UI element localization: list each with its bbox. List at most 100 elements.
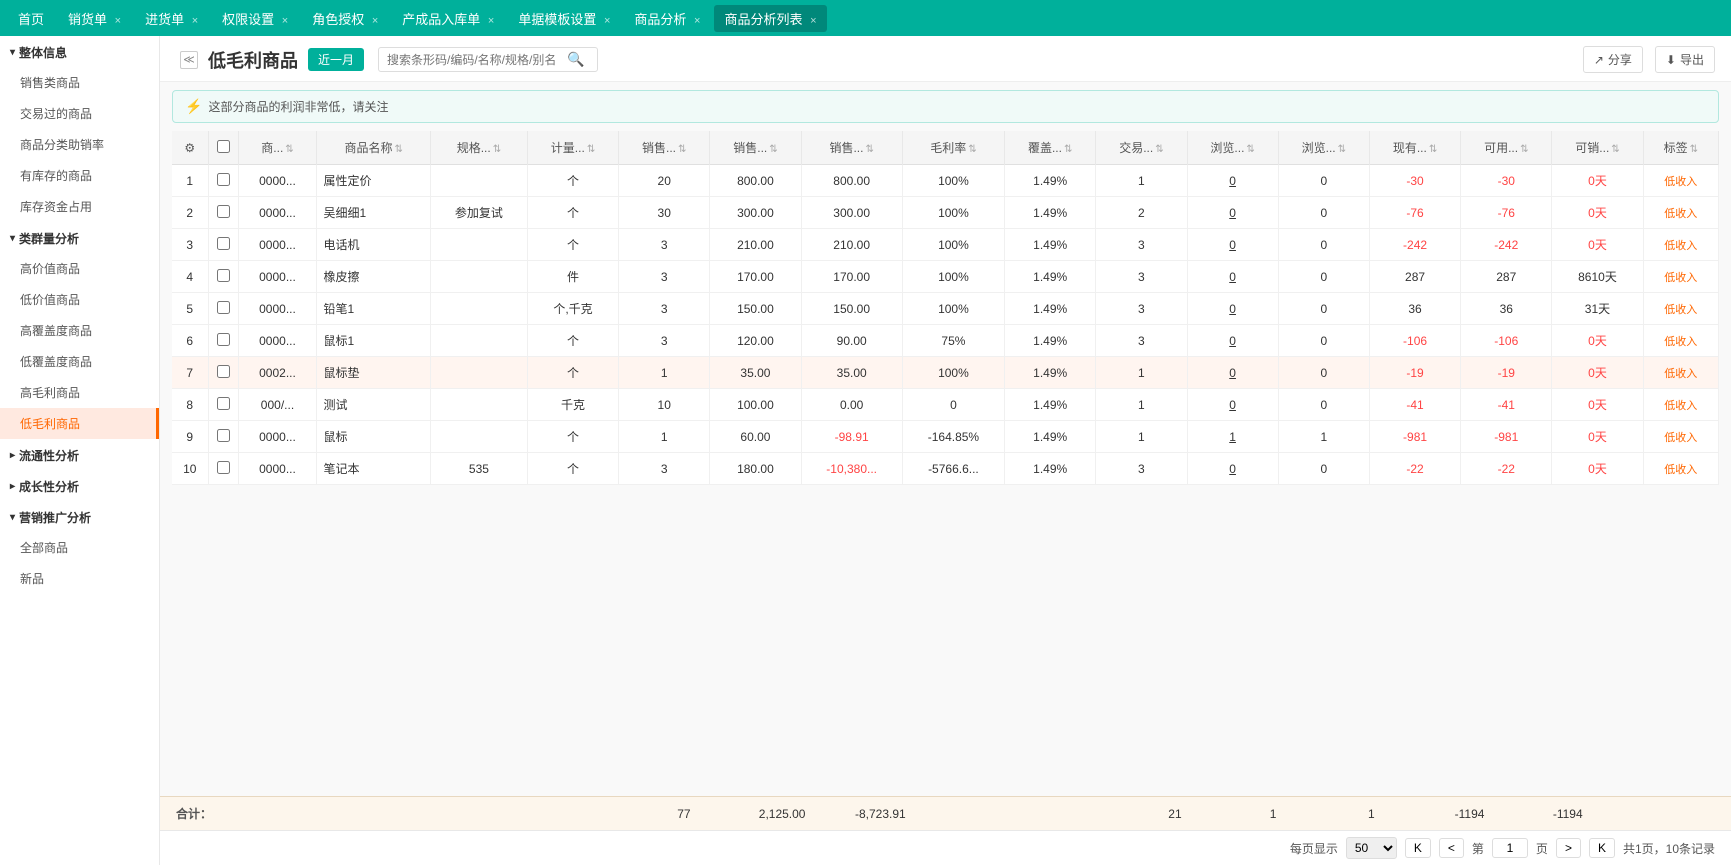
row-checkbox[interactable]	[208, 357, 238, 389]
prev-page-button[interactable]: <	[1439, 838, 1464, 858]
row-avail: -30	[1461, 165, 1552, 197]
select-all-checkbox[interactable]	[217, 140, 230, 153]
row-trade: 1	[1096, 389, 1187, 421]
close-icon[interactable]: ×	[282, 15, 288, 27]
row-view1[interactable]: 0	[1187, 357, 1278, 389]
search-input[interactable]	[387, 53, 567, 67]
row-sale1: 30	[619, 197, 710, 229]
sidebar-item-in-stock-goods[interactable]: 有库存的商品	[0, 160, 159, 191]
row-checkbox[interactable]	[208, 261, 238, 293]
row-view1[interactable]: 0	[1187, 293, 1278, 325]
sidebar-item-low-profit[interactable]: 低毛利商品	[0, 408, 159, 439]
nav-permission-settings[interactable]: 权限设置 ×	[212, 5, 298, 32]
nav-role-auth[interactable]: 角色授权 ×	[302, 5, 388, 32]
nav-home[interactable]: 首页	[8, 5, 54, 32]
sidebar-item-high-profit[interactable]: 高毛利商品	[0, 377, 159, 408]
page-number-input[interactable]	[1492, 838, 1528, 858]
row-checkbox[interactable]	[208, 389, 238, 421]
row-checkbox-input[interactable]	[217, 269, 230, 282]
sidebar-item-stock-capital[interactable]: 库存资金占用	[0, 191, 159, 222]
first-page-button[interactable]: K	[1405, 838, 1431, 858]
row-checkbox-input[interactable]	[217, 461, 230, 474]
sidebar-collapse-icon[interactable]: ≪	[180, 51, 198, 69]
export-button[interactable]: ⬇ 导出	[1655, 46, 1715, 73]
sidebar-group-overall[interactable]: ▾ 整体信息	[0, 36, 159, 67]
row-view1[interactable]: 0	[1187, 389, 1278, 421]
row-view1[interactable]: 1	[1187, 421, 1278, 453]
row-checkbox[interactable]	[208, 229, 238, 261]
row-stock: -41	[1369, 389, 1460, 421]
row-checkbox-input[interactable]	[217, 237, 230, 250]
sidebar-item-high-value[interactable]: 高价值商品	[0, 253, 159, 284]
row-view1[interactable]: 0	[1187, 197, 1278, 229]
sidebar-item-low-coverage[interactable]: 低覆盖度商品	[0, 346, 159, 377]
sidebar-item-low-value[interactable]: 低价值商品	[0, 284, 159, 315]
sidebar-group-growth[interactable]: ▸ 成长性分析	[0, 470, 159, 501]
row-checkbox-input[interactable]	[217, 205, 230, 218]
row-sale1: 3	[619, 453, 710, 485]
row-saleable: 31天	[1552, 293, 1643, 325]
sidebar-group-circulation[interactable]: ▸ 流通性分析	[0, 439, 159, 470]
nav-sales-order[interactable]: 销货单 ×	[58, 5, 131, 32]
total-empty3	[438, 807, 536, 821]
close-icon[interactable]: ×	[192, 15, 198, 27]
search-icon[interactable]: 🔍	[567, 51, 584, 68]
row-checkbox-input[interactable]	[217, 397, 230, 410]
close-icon[interactable]: ×	[604, 15, 610, 27]
row-checkbox-input[interactable]	[217, 301, 230, 314]
close-icon[interactable]: ×	[372, 15, 378, 27]
row-unit: 个	[527, 197, 618, 229]
next-page-button[interactable]: >	[1556, 838, 1581, 858]
row-unit: 个	[527, 421, 618, 453]
notice-icon: ⚡	[185, 98, 202, 115]
col-view2: 浏览...⇅	[1278, 131, 1369, 165]
last-page-button[interactable]: K	[1589, 838, 1615, 858]
row-view1[interactable]: 0	[1187, 229, 1278, 261]
row-saleable: 0天	[1552, 357, 1643, 389]
row-checkbox[interactable]	[208, 197, 238, 229]
per-page-select[interactable]: 50 100 200	[1346, 837, 1397, 859]
sidebar-group-marketing[interactable]: ▾ 营销推广分析	[0, 501, 159, 532]
sidebar-item-category-sales-rate[interactable]: 商品分类助销率	[0, 129, 159, 160]
row-view1[interactable]: 0	[1187, 165, 1278, 197]
nav-product-analysis[interactable]: 商品分析 ×	[624, 5, 710, 32]
nav-template-settings[interactable]: 单据模板设置 ×	[508, 5, 620, 32]
row-sale3: 300.00	[801, 197, 902, 229]
close-icon[interactable]: ×	[115, 15, 121, 27]
row-stock: -30	[1369, 165, 1460, 197]
row-checkbox[interactable]	[208, 421, 238, 453]
sidebar-item-traded-goods[interactable]: 交易过的商品	[0, 98, 159, 129]
filter-recent-month-button[interactable]: 近一月	[308, 48, 364, 71]
row-name: 橡皮擦	[317, 261, 430, 293]
row-view1[interactable]: 0	[1187, 325, 1278, 357]
row-checkbox-input[interactable]	[217, 365, 230, 378]
nav-product-entry[interactable]: 产成品入库单 ×	[392, 5, 504, 32]
col-settings[interactable]: ⚙	[172, 131, 208, 165]
row-view1[interactable]: 0	[1187, 261, 1278, 293]
row-sale2: 100.00	[710, 389, 801, 421]
close-icon[interactable]: ×	[694, 15, 700, 27]
row-checkbox-input[interactable]	[217, 173, 230, 186]
sidebar-item-high-coverage[interactable]: 高覆盖度商品	[0, 315, 159, 346]
row-checkbox-input[interactable]	[217, 333, 230, 346]
row-checkbox[interactable]	[208, 165, 238, 197]
sidebar-item-sales-goods[interactable]: 销售类商品	[0, 67, 159, 98]
sidebar-item-new-goods[interactable]: 新品	[0, 563, 159, 594]
sidebar-group-category-analysis[interactable]: ▾ 类群量分析	[0, 222, 159, 253]
close-icon[interactable]: ×	[810, 15, 816, 27]
row-spec	[430, 325, 527, 357]
row-checkbox-input[interactable]	[217, 429, 230, 442]
col-checkbox[interactable]	[208, 131, 238, 165]
close-icon[interactable]: ×	[488, 15, 494, 27]
row-saleable: 0天	[1552, 389, 1643, 421]
share-button[interactable]: ↗ 分享	[1583, 46, 1643, 73]
row-view1[interactable]: 0	[1187, 453, 1278, 485]
row-checkbox[interactable]	[208, 453, 238, 485]
sidebar-item-all-goods[interactable]: 全部商品	[0, 532, 159, 563]
nav-purchase-order[interactable]: 进货单 ×	[135, 5, 208, 32]
row-checkbox[interactable]	[208, 325, 238, 357]
nav-product-analysis-list[interactable]: 商品分析列表 ×	[714, 5, 826, 32]
pagination-bar: 每页显示 50 100 200 K < 第 页 > K 共1页，10条记录	[160, 830, 1731, 865]
row-sale3: -98.91	[801, 421, 902, 453]
row-checkbox[interactable]	[208, 293, 238, 325]
